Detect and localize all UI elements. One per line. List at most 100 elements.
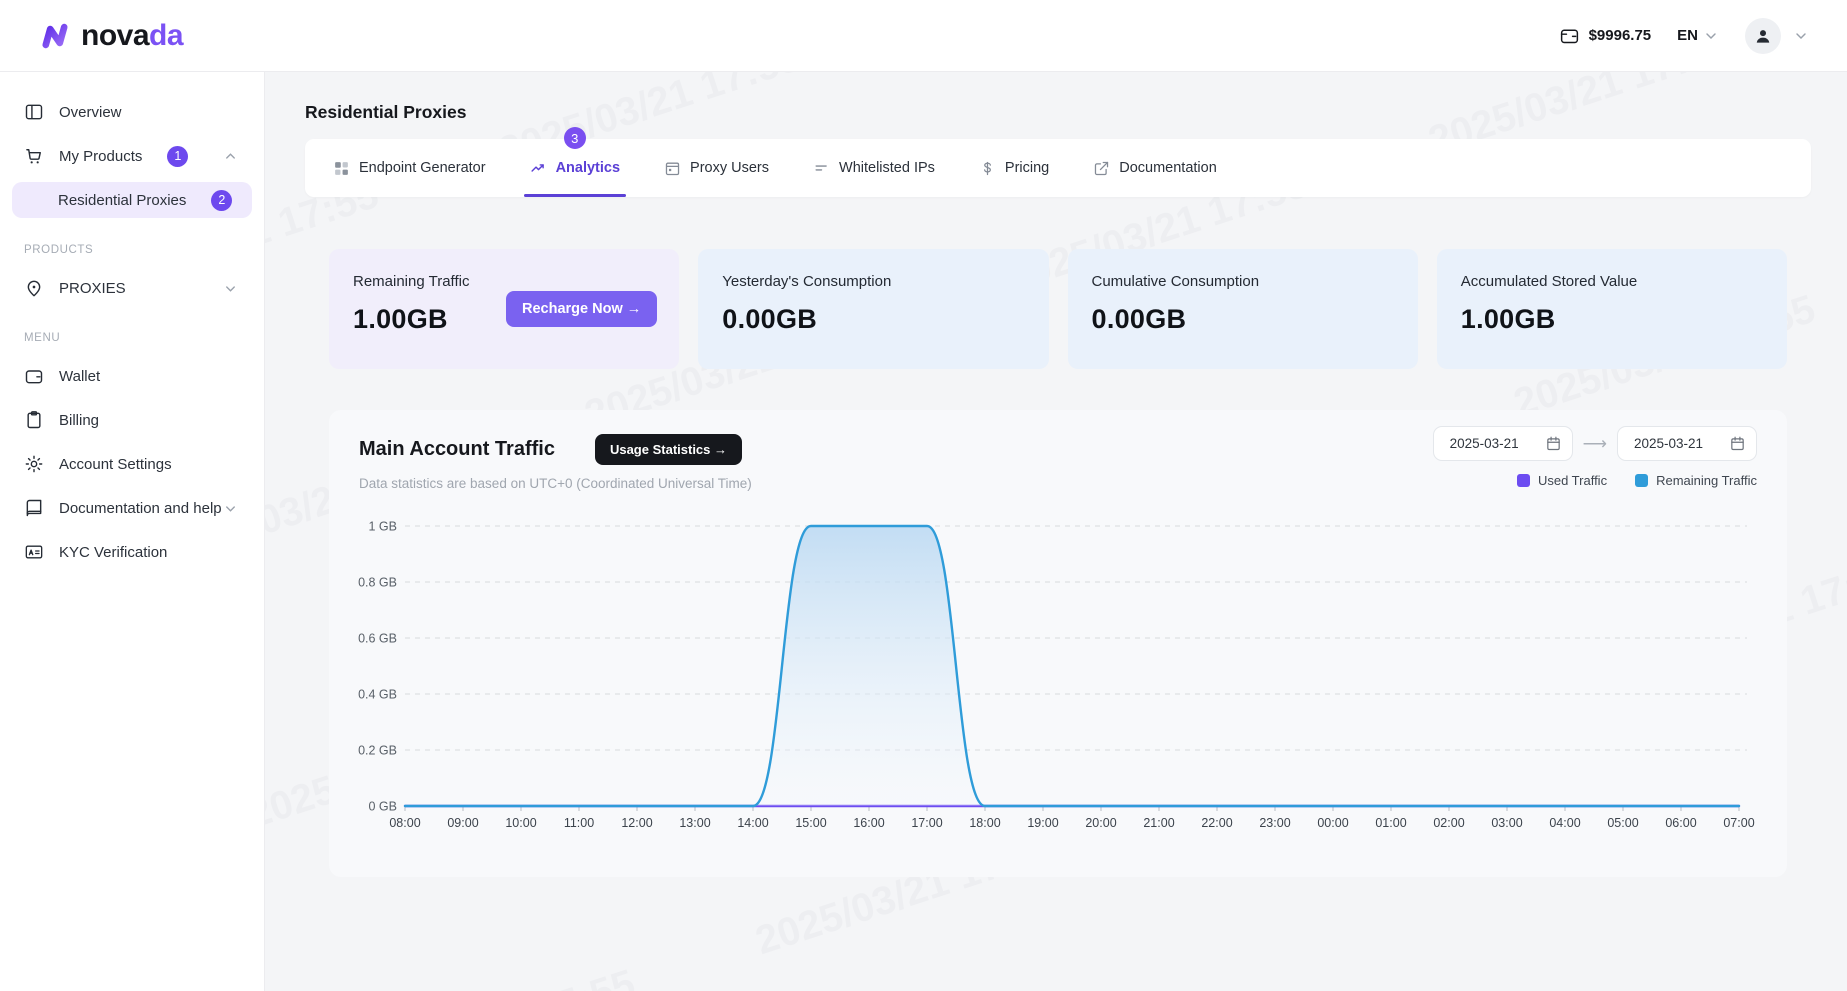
sidebar-item-label: Billing: [59, 411, 100, 429]
date-to-value: 2025-03-21: [1634, 436, 1704, 451]
sidebar: Overview My Products 1 Residential Proxi…: [0, 72, 265, 991]
svg-text:10:00: 10:00: [505, 816, 536, 830]
svg-text:19:00: 19:00: [1027, 816, 1058, 830]
svg-text:08:00: 08:00: [389, 816, 420, 830]
avatar[interactable]: [1745, 17, 1781, 54]
svg-text:0 GB: 0 GB: [369, 800, 398, 814]
sidebar-item-label: My Products: [59, 147, 143, 165]
chevron-down-icon[interactable]: [223, 281, 238, 296]
dollar-icon: [979, 160, 996, 177]
chevron-down-icon[interactable]: [223, 501, 238, 516]
grid-icon: [333, 160, 350, 177]
sidebar-item-billing[interactable]: Billing: [12, 402, 252, 438]
language-label: EN: [1677, 27, 1698, 44]
recharge-now-button[interactable]: Recharge Now →: [506, 291, 658, 327]
sidebar-section-menu: MENU: [24, 332, 61, 344]
sidebar-item-residential-proxies[interactable]: Residential Proxies 2: [12, 182, 252, 218]
wallet-balance[interactable]: $9996.75: [1559, 25, 1652, 46]
svg-text:1 GB: 1 GB: [369, 520, 398, 534]
sidebar-item-overview[interactable]: Overview: [12, 94, 252, 130]
card-title: Accumulated Stored Value: [1460, 273, 1638, 290]
svg-text:00:00: 00:00: [1317, 816, 1348, 830]
used-traffic-swatch: [1516, 474, 1530, 487]
page-title: Residential Proxies: [305, 102, 467, 122]
topbar: novada $9996.75 EN: [0, 0, 1847, 72]
chevron-down-icon: [1703, 28, 1719, 44]
calendar-icon: [664, 160, 681, 177]
svg-text:05:00: 05:00: [1607, 816, 1638, 830]
svg-text:03:00: 03:00: [1491, 816, 1522, 830]
chart-title: Main Account Traffic: [359, 438, 555, 460]
usage-statistics-button[interactable]: Usage Statistics →: [594, 434, 742, 465]
svg-text:02:00: 02:00: [1433, 816, 1464, 830]
svg-text:20:00: 20:00: [1085, 816, 1116, 830]
date-to-input[interactable]: 2025-03-21: [1617, 426, 1757, 461]
svg-text:07:00: 07:00: [1723, 816, 1754, 830]
svg-text:0.2 GB: 0.2 GB: [358, 744, 397, 758]
card-title: Yesterday's Consumption: [722, 273, 892, 290]
svg-text:17:00: 17:00: [911, 816, 942, 830]
gear-icon: [24, 454, 44, 474]
wallet-icon: [24, 366, 44, 386]
tab-label: Documentation: [1119, 160, 1217, 176]
chart-subtitle: Data statistics are based on UTC+0 (Coor…: [359, 476, 752, 491]
tab-pricing[interactable]: Pricing: [979, 139, 1049, 197]
remaining-traffic-swatch: [1635, 474, 1649, 487]
svg-text:0.8 GB: 0.8 GB: [358, 576, 397, 590]
cart-icon: [24, 146, 44, 166]
tab-whitelisted-ips[interactable]: Whitelisted IPs: [813, 139, 935, 197]
sidebar-item-label: Residential Proxies: [58, 191, 187, 209]
svg-text:13:00: 13:00: [679, 816, 710, 830]
svg-text:11:00: 11:00: [564, 816, 594, 830]
sidebar-item-account-settings[interactable]: Account Settings: [12, 446, 252, 482]
sidebar-section-products: PRODUCTS: [24, 244, 94, 256]
list-icon: [813, 160, 830, 177]
card-value: 1.00GB: [1460, 304, 1556, 334]
sidebar-item-proxies[interactable]: PROXIES: [12, 270, 252, 306]
svg-text:16:00: 16:00: [853, 816, 884, 830]
calendar-icon: [1545, 435, 1562, 452]
main-content: Residential Proxies Endpoint Generator 3…: [265, 72, 1847, 991]
tab-documentation[interactable]: Documentation: [1093, 139, 1217, 197]
svg-text:06:00: 06:00: [1665, 816, 1696, 830]
card-cumulative-consumption: Cumulative Consumption 0.00GB: [1067, 249, 1418, 369]
tab-label: Whitelisted IPs: [839, 160, 935, 176]
chevron-down-icon[interactable]: [1793, 28, 1809, 44]
brand-name: novada: [81, 18, 184, 52]
legend-remaining-traffic: Remaining Traffic: [1635, 473, 1757, 488]
svg-text:22:00: 22:00: [1201, 816, 1232, 830]
trending-up-icon: [530, 160, 547, 177]
chevron-up-icon[interactable]: [223, 149, 238, 164]
sidebar-item-label: Documentation and help: [59, 499, 222, 517]
app-root: 2025/03/21 17:552025/03/21 17:552025/03/…: [0, 0, 1847, 991]
card-yesterdays-consumption: Yesterday's Consumption 0.00GB: [698, 249, 1049, 369]
brand-logo[interactable]: novada: [38, 18, 184, 53]
svg-text:15:00: 15:00: [795, 816, 826, 830]
sidebar-item-label: Wallet: [59, 367, 101, 385]
clipboard-icon: [24, 410, 44, 430]
date-from-input[interactable]: 2025-03-21: [1432, 426, 1573, 461]
user-menu[interactable]: [1745, 17, 1809, 54]
tab-analytics[interactable]: 3 Analytics: [523, 127, 627, 197]
card-title: Cumulative Consumption: [1091, 273, 1260, 290]
sidebar-item-label: KYC Verification: [59, 543, 168, 561]
card-value: 0.00GB: [722, 304, 818, 334]
sidebar-item-my-products[interactable]: My Products 1: [12, 138, 252, 174]
sidebar-item-documentation-help[interactable]: Documentation and help: [12, 490, 252, 526]
svg-text:01:00: 01:00: [1375, 816, 1406, 830]
active-tab-underline: [523, 194, 627, 197]
sidebar-item-kyc-verification[interactable]: KYC Verification: [12, 534, 252, 570]
sidebar-item-label: PROXIES: [59, 279, 126, 297]
map-pin-icon: [24, 278, 44, 298]
tab-label: Endpoint Generator: [359, 160, 486, 176]
svg-text:14:00: 14:00: [737, 816, 768, 830]
language-selector[interactable]: EN: [1677, 27, 1719, 44]
balance-amount: $9996.75: [1588, 27, 1652, 44]
traffic-chart[interactable]: 1 GB 0.8 GB 0.6 GB 0.4 GB 0.2 GB 0 GB 08:00 09:…: [357, 510, 1757, 840]
tab-proxy-users[interactable]: Proxy Users: [664, 139, 769, 197]
sidebar-item-wallet[interactable]: Wallet: [12, 358, 252, 394]
svg-text:0.4 GB: 0.4 GB: [358, 688, 397, 702]
legend-label: Used Traffic: [1537, 473, 1608, 488]
tab-endpoint-generator[interactable]: Endpoint Generator: [333, 139, 486, 197]
svg-text:04:00: 04:00: [1549, 816, 1580, 830]
